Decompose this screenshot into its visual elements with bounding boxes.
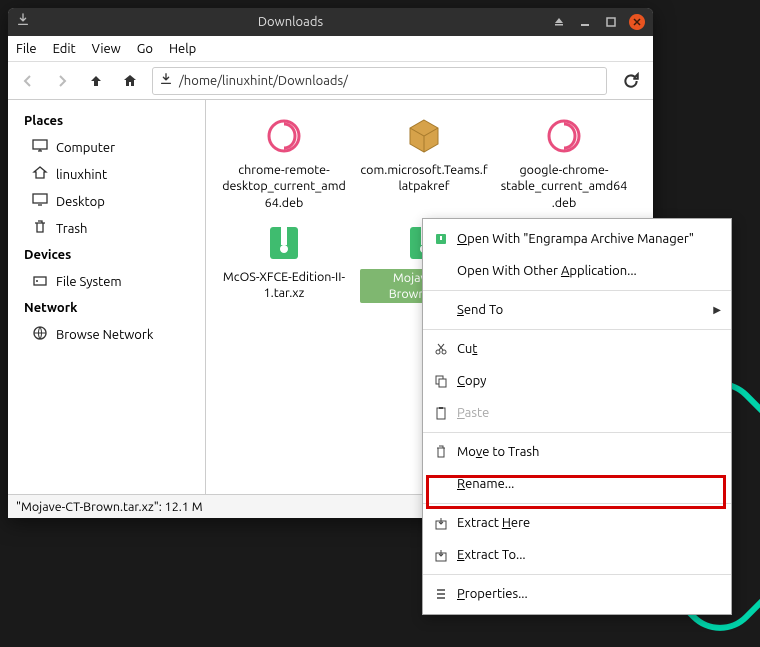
ctx-label: Extract Here xyxy=(457,516,721,530)
ctx-separator xyxy=(423,432,731,433)
status-text: "Mojave-CT-Brown.tar.xz": 12.1 M xyxy=(16,500,203,514)
ctx-label: Move to Trash xyxy=(457,445,721,459)
maximize-button[interactable] xyxy=(603,14,619,30)
menubar: File Edit View Go Help xyxy=(8,36,653,62)
file-item[interactable]: McOS-XFCE-Edition-II-1.tar.xz xyxy=(214,215,354,308)
home-icon xyxy=(32,165,48,184)
ctx-separator xyxy=(423,574,731,575)
window-title: Downloads xyxy=(30,15,551,29)
minimize-button[interactable] xyxy=(577,14,593,30)
archive-file-icon xyxy=(260,219,308,267)
up-button[interactable] xyxy=(84,69,108,93)
back-button[interactable] xyxy=(16,69,40,93)
ctx-send-to[interactable]: Send To ▶ xyxy=(423,294,731,326)
pkg-file-icon xyxy=(400,112,448,160)
submenu-arrow-icon: ▶ xyxy=(713,304,721,316)
blank-icon xyxy=(433,302,449,318)
ctx-rename[interactable]: Rename... xyxy=(423,468,731,500)
file-item[interactable]: com.microsoft.Teams.flatpakref xyxy=(354,108,494,215)
trash-icon xyxy=(433,444,449,460)
scissors-icon xyxy=(433,341,449,357)
menu-edit[interactable]: Edit xyxy=(53,42,76,56)
ctx-label: Open With Other Application... xyxy=(457,264,721,278)
file-label: google-chrome-stable_current_amd64.deb xyxy=(500,162,628,211)
monitor-icon xyxy=(32,192,48,211)
close-button[interactable] xyxy=(629,14,645,30)
titlebar[interactable]: Downloads xyxy=(8,8,653,36)
globe-icon xyxy=(32,325,48,344)
window-controls xyxy=(551,14,645,30)
sidebar-item-label: linuxhint xyxy=(56,168,107,182)
ctx-cut[interactable]: Cut xyxy=(423,333,731,365)
copy-icon xyxy=(433,373,449,389)
sidebar-item-computer[interactable]: Computer xyxy=(12,134,201,161)
ctx-label: Extract To... xyxy=(457,548,721,562)
home-button[interactable] xyxy=(118,69,142,93)
ctx-label: Rename... xyxy=(457,477,721,491)
sidebar-network-header: Network xyxy=(12,295,201,321)
menu-help[interactable]: Help xyxy=(169,42,196,56)
file-label: chrome-remote-desktop_current_amd64.deb xyxy=(220,162,348,211)
monitor-icon xyxy=(32,138,48,157)
ctx-open-with-default[interactable]: Open With "Engrampa Archive Manager" xyxy=(423,223,731,255)
ctx-open-with-other[interactable]: Open With Other Application... xyxy=(423,255,731,287)
properties-icon xyxy=(433,586,449,602)
file-item[interactable]: chrome-remote-desktop_current_amd64.deb xyxy=(214,108,354,215)
sidebar-item-filesystem[interactable]: File System xyxy=(12,268,201,295)
blank-icon xyxy=(433,263,449,279)
sidebar-item-label: File System xyxy=(56,275,122,289)
ctx-copy[interactable]: Copy xyxy=(423,365,731,397)
file-item[interactable]: google-chrome-stable_current_amd64.deb xyxy=(494,108,634,215)
sidebar-item-label: Trash xyxy=(56,222,87,236)
sidebar-item-browse-network[interactable]: Browse Network xyxy=(12,321,201,348)
ctx-label: Send To xyxy=(457,303,705,317)
menu-go[interactable]: Go xyxy=(137,42,153,56)
ctx-move-to-trash[interactable]: Move to Trash xyxy=(423,436,731,468)
menu-view[interactable]: View xyxy=(92,42,121,56)
sidebar-item-home[interactable]: linuxhint xyxy=(12,161,201,188)
download-icon xyxy=(16,13,30,31)
ctx-extract-here[interactable]: Extract Here xyxy=(423,507,731,539)
forward-button[interactable] xyxy=(50,69,74,93)
file-label: McOS-XFCE-Edition-II-1.tar.xz xyxy=(220,269,348,302)
ctx-label: Open With "Engrampa Archive Manager" xyxy=(457,232,721,246)
ctx-separator xyxy=(423,329,731,330)
trash-icon xyxy=(32,219,48,238)
sidebar-devices-header: Devices xyxy=(12,242,201,268)
disk-icon xyxy=(32,272,48,291)
sidebar-item-trash[interactable]: Trash xyxy=(12,215,201,242)
ctx-label: Properties... xyxy=(457,587,721,601)
ctx-label: Cut xyxy=(457,342,721,356)
sidebar-item-label: Browse Network xyxy=(56,328,153,342)
blank-icon xyxy=(433,476,449,492)
deb-file-icon xyxy=(260,112,308,160)
sidebar-places-header: Places xyxy=(12,108,201,134)
file-label: com.microsoft.Teams.flatpakref xyxy=(360,162,488,195)
sidebar-item-label: Computer xyxy=(56,141,115,155)
extract-icon xyxy=(433,547,449,563)
context-menu: Open With "Engrampa Archive Manager" Ope… xyxy=(422,218,732,615)
ctx-paste: Paste xyxy=(423,397,731,429)
sidebar: Places Computer linuxhint Desktop Trash … xyxy=(8,100,206,494)
archive-app-icon xyxy=(433,231,449,247)
ctx-properties[interactable]: Properties... xyxy=(423,578,731,610)
toolbar: /home/linuxhint/Downloads/ xyxy=(8,62,653,100)
reload-button[interactable] xyxy=(617,67,645,95)
ctx-label: Paste xyxy=(457,406,721,420)
sidebar-item-label: Desktop xyxy=(56,195,105,209)
window-always-on-top-button[interactable] xyxy=(551,14,567,30)
extract-icon xyxy=(433,515,449,531)
ctx-label: Copy xyxy=(457,374,721,388)
ctx-separator xyxy=(423,290,731,291)
menu-file[interactable]: File xyxy=(16,42,37,56)
ctx-separator xyxy=(423,503,731,504)
path-bar[interactable]: /home/linuxhint/Downloads/ xyxy=(152,67,607,95)
clipboard-icon xyxy=(433,405,449,421)
deb-file-icon xyxy=(540,112,588,160)
sidebar-item-desktop[interactable]: Desktop xyxy=(12,188,201,215)
download-icon xyxy=(159,72,173,90)
ctx-extract-to[interactable]: Extract To... xyxy=(423,539,731,571)
path-text: /home/linuxhint/Downloads/ xyxy=(179,74,348,88)
